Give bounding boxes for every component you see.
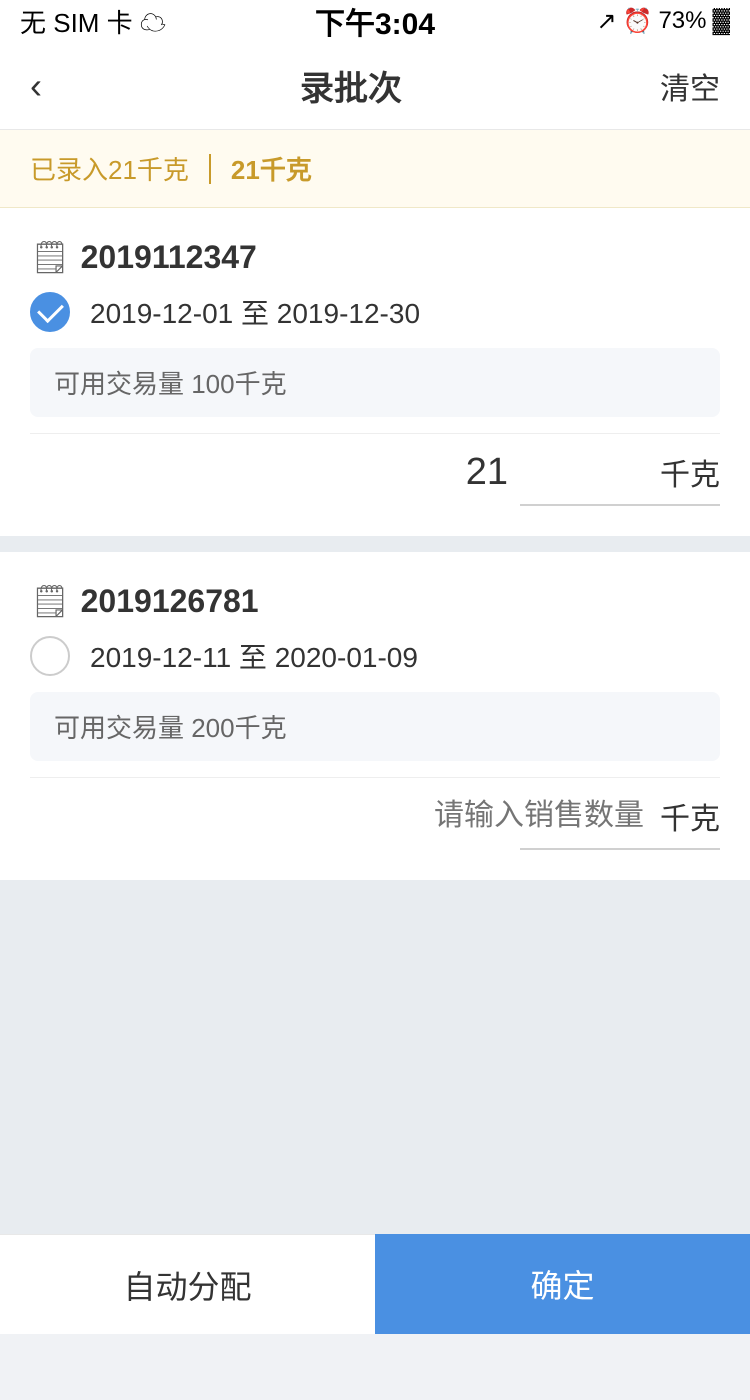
batch-date-1: 2019-12-01 至 2019-12-30 bbox=[90, 292, 420, 332]
status-bar: 无 SIM 卡 ☁ 下午3:04 ↗ ⏰ 73% ▓ bbox=[0, 0, 750, 42]
bottom-bar: 自动分配 确定 bbox=[0, 1234, 750, 1334]
page-title: 录批次 bbox=[300, 61, 402, 110]
quantity-value-1: 21 bbox=[466, 451, 508, 494]
radio-checked-1[interactable] bbox=[30, 292, 70, 332]
quantity-input-row-2[interactable]: 千克 bbox=[30, 777, 720, 848]
quantity-unit-2: 千克 bbox=[660, 794, 720, 838]
radio-unchecked-2[interactable] bbox=[30, 636, 70, 676]
status-time: 下午3:04 bbox=[315, 0, 435, 43]
confirm-button[interactable]: 确定 bbox=[375, 1234, 750, 1334]
no-sim-text: 无 SIM 卡 ☁ bbox=[20, 3, 166, 40]
batch-id-row-1: 🗒 2019112347 bbox=[30, 238, 720, 276]
clear-button[interactable]: 清空 bbox=[660, 64, 720, 108]
battery-icon: ▓ bbox=[713, 7, 731, 35]
back-button[interactable]: ‹ bbox=[30, 65, 42, 107]
quantity-unit-1: 千克 bbox=[660, 450, 720, 494]
batch-id-1: 2019112347 bbox=[81, 239, 257, 276]
available-qty-1: 可用交易量 100千克 bbox=[30, 348, 720, 417]
batch-card-1: 🗒 2019112347 2019-12-01 至 2019-12-30 可用交… bbox=[0, 208, 750, 536]
quantity-row-1: 21 千克 bbox=[30, 433, 720, 504]
status-right: ↗ ⏰ 73% ▓ bbox=[596, 7, 730, 36]
summary-value: 21千克 bbox=[231, 150, 312, 187]
batch-doc-icon-2: 🗒 bbox=[30, 582, 71, 620]
alarm-icon: ⏰ bbox=[623, 7, 653, 36]
available-qty-2: 可用交易量 200千克 bbox=[30, 692, 720, 761]
summary-label: 已录入21千克 bbox=[30, 150, 189, 187]
batch-card-2: 🗒 2019126781 2019-12-11 至 2020-01-09 可用交… bbox=[0, 552, 750, 880]
summary-banner: 已录入21千克 21千克 bbox=[0, 130, 750, 208]
batch-id-row-2: 🗒 2019126781 bbox=[30, 582, 720, 620]
location-icon: ↗ bbox=[596, 7, 616, 36]
status-left: 无 SIM 卡 ☁ bbox=[20, 3, 166, 40]
batch-date-row-2[interactable]: 2019-12-11 至 2020-01-09 bbox=[30, 636, 720, 676]
batch-date-2: 2019-12-11 至 2020-01-09 bbox=[90, 636, 418, 676]
nav-bar: ‹ 录批次 清空 bbox=[0, 42, 750, 130]
batch-date-row-1[interactable]: 2019-12-01 至 2019-12-30 bbox=[30, 292, 720, 332]
batch-doc-icon-1: 🗒 bbox=[30, 238, 71, 276]
batch-id-2: 2019126781 bbox=[81, 583, 259, 620]
battery-text: 73% bbox=[658, 7, 706, 35]
quantity-input-2[interactable] bbox=[344, 799, 644, 833]
card-separator bbox=[0, 536, 750, 552]
auto-distribute-button[interactable]: 自动分配 bbox=[0, 1234, 375, 1334]
summary-divider bbox=[209, 154, 211, 184]
